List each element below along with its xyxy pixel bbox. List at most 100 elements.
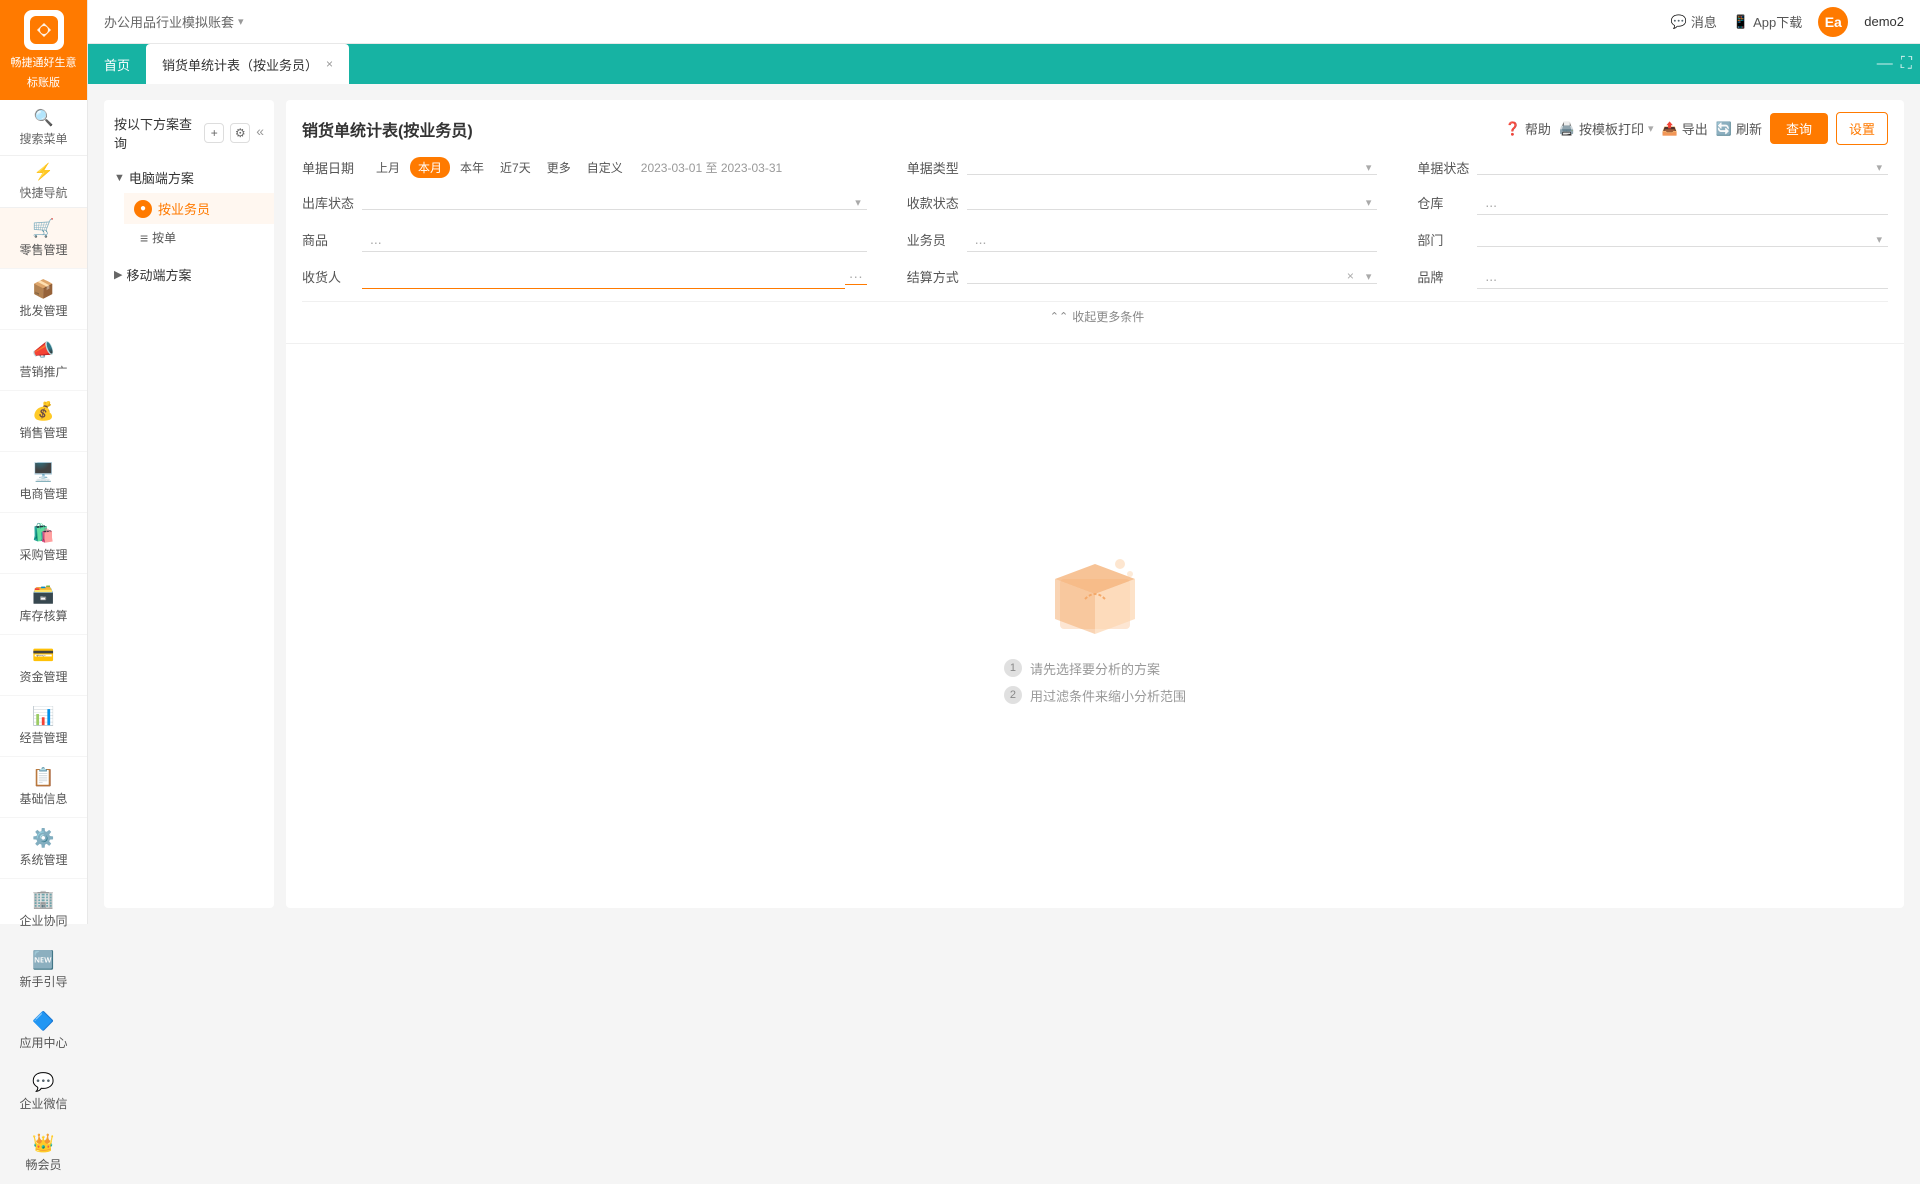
help-btn[interactable]: ❓ 帮助 [1505,119,1551,138]
tab-maximize-btn[interactable]: ⛶ [1901,55,1912,73]
finance-icon: 💳 [32,645,54,666]
logo-subtext: 标账版 [27,74,60,90]
department-value [1477,235,1870,243]
sidebar-item-system[interactable]: ⚙️ 系统管理 [0,818,87,879]
message-btn[interactable]: 💬 消息 [1671,12,1717,31]
brand-input[interactable]: ... [1477,264,1888,289]
panel-mobile-group-header[interactable]: ▶ 移动端方案 [104,259,274,290]
enterprise-icon: 🏢 [32,889,54,910]
date-tab-more[interactable]: 更多 [541,157,577,178]
tab-close-btn[interactable]: × [326,57,333,71]
settings-btn[interactable]: 设置 [1836,112,1888,145]
sub-item-icon: ≡ [140,230,148,246]
sidebar-item-sales[interactable]: 💰 销售管理 [0,391,87,452]
stockout-select[interactable]: ▾ [362,196,867,210]
sidebar-item-finance[interactable]: 💳 资金管理 [0,635,87,696]
date-tab-7days[interactable]: 近7天 [494,157,537,178]
apps-icon: 🔷 [32,1011,54,1032]
operation-label: 经营管理 [19,729,67,746]
settlement-select[interactable]: × ▾ [967,269,1378,284]
sidebar-item-marketing[interactable]: 📣 营销推广 [0,330,87,391]
member-icon: 👑 [32,1133,54,1154]
settlement-arrow-icon: ▾ [1360,270,1378,283]
department-select[interactable]: ▾ [1477,233,1888,247]
filter-salesperson-field: 业务员 ... [907,227,1378,252]
tab-home[interactable]: 首页 [88,44,146,84]
date-tab-this-month[interactable]: 本月 [410,157,450,178]
sidebar-search[interactable]: 🔍 搜索菜单 [0,100,87,156]
download-label: App下载 [1753,12,1802,31]
panel-header: 按以下方案查询 + ⚙ « [104,108,274,158]
sidebar-item-purchase[interactable]: 🛍️ 采购管理 [0,513,87,574]
sidebar-item-guide[interactable]: 🆕 新手引导 [0,940,87,1001]
sidebar-item-operation[interactable]: 📊 经营管理 [0,696,87,757]
sidebar-item-ecommerce[interactable]: 🖥️ 电商管理 [0,452,87,513]
consignee-dots[interactable]: ··· [845,268,867,285]
system-icon: ⚙️ [32,828,54,849]
avatar[interactable]: Ea [1818,7,1848,37]
doctype-select[interactable]: ▾ [967,161,1378,175]
username-label[interactable]: demo2 [1864,14,1904,29]
panel-item-by-salesperson[interactable]: ● 按业务员 [124,193,274,224]
date-tab-this-year[interactable]: 本年 [454,157,490,178]
filter-date-field: 单据日期 上月 本月 本年 近7天 更多 自定义 2023-03-01 至 20… [302,157,867,178]
sidebar-logo[interactable]: 畅捷通好生意 标账版 [0,0,87,100]
collapse-label: 收起更多条件 [1072,308,1144,325]
panel-collapse-btn[interactable]: « [256,123,264,143]
sidebar-item-wholesale[interactable]: 📦 批发管理 [0,269,87,330]
tab-active[interactable]: 销货单统计表（按业务员） × [146,44,349,84]
consignee-input[interactable] [362,265,845,289]
filter-row-2: 出库状态 ▾ 收款状态 ▾ [302,190,1888,215]
empty-illustration [1035,539,1155,639]
search-label: 搜索菜单 [19,130,67,147]
print-dropdown-icon[interactable]: ▾ [1648,122,1654,135]
sidebar-quick-nav[interactable]: ⚡ 快捷导航 [0,156,87,208]
payment-value [967,198,1360,206]
salesperson-input[interactable]: ... [967,227,1378,252]
print-btn[interactable]: 🖨️ 按模板打印 ▾ [1559,119,1654,138]
search-icon: 🔍 [34,108,54,128]
panel-add-btn[interactable]: + [204,123,224,143]
sidebar-item-enterprise[interactable]: 🏢 企业协同 [0,879,87,940]
message-icon: 💬 [1671,14,1687,30]
sidebar-item-member[interactable]: 👑 畅会员 [0,1123,87,1184]
help-label: 帮助 [1525,119,1551,138]
warehouse-input[interactable]: ... [1477,190,1888,215]
settlement-value [967,272,1341,280]
date-tab-last-month[interactable]: 上月 [370,157,406,178]
sidebar-item-apps[interactable]: 🔷 应用中心 [0,1001,87,1062]
step-1-text: 请先选择要分析的方案 [1030,659,1160,678]
basic-label: 基础信息 [19,790,67,807]
settlement-clear-btn[interactable]: × [1341,269,1360,283]
tab-minimize-btn[interactable]: — [1877,55,1893,73]
pc-group-label: 电脑端方案 [129,168,194,187]
collapse-bar[interactable]: ⌃⌃ 收起更多条件 [302,301,1888,331]
sidebar-item-inventory[interactable]: 🗃️ 库存核算 [0,574,87,635]
filter-warehouse-field: 仓库 ... [1417,190,1888,215]
download-btn[interactable]: 📱 App下载 [1733,12,1802,31]
refresh-icon: 🔄 [1716,121,1732,137]
panel-pc-group-header[interactable]: ▼ 电脑端方案 [104,162,274,193]
filter-consignee-field: 收货人 ··· [302,265,867,289]
goods-input[interactable]: ... [362,227,867,252]
date-label: 单据日期 [302,158,362,177]
sidebar-item-basic[interactable]: 📋 基础信息 [0,757,87,818]
purchase-label: 采购管理 [19,546,67,563]
download-icon: 📱 [1733,14,1749,30]
panel-sub-item-by-order[interactable]: ≡ 按单 [124,224,274,251]
step-1-num: 1 [1004,659,1022,677]
date-tab-custom[interactable]: 自定义 [581,157,629,178]
panel-edit-btn[interactable]: ⚙ [230,123,250,143]
refresh-btn[interactable]: 🔄 刷新 [1716,119,1762,138]
filter-area: 单据日期 上月 本月 本年 近7天 更多 自定义 2023-03-01 至 20… [286,145,1904,344]
panel-mobile-group: ▶ 移动端方案 [104,255,274,294]
sidebar-item-retail[interactable]: 🛒 零售管理 [0,208,87,269]
export-btn[interactable]: 📤 导出 [1662,119,1708,138]
breadcrumb-dropdown-icon[interactable]: ▾ [238,15,244,28]
sidebar-item-wechat[interactable]: 💬 企业微信 [0,1062,87,1123]
mobile-group-arrow: ▶ [114,268,122,281]
docstatus-select[interactable]: ▾ [1477,161,1888,175]
panel-pc-group: ▼ 电脑端方案 ● 按业务员 ≡ 按单 [104,158,274,255]
payment-select[interactable]: ▾ [967,196,1378,210]
query-btn[interactable]: 查询 [1770,113,1828,144]
